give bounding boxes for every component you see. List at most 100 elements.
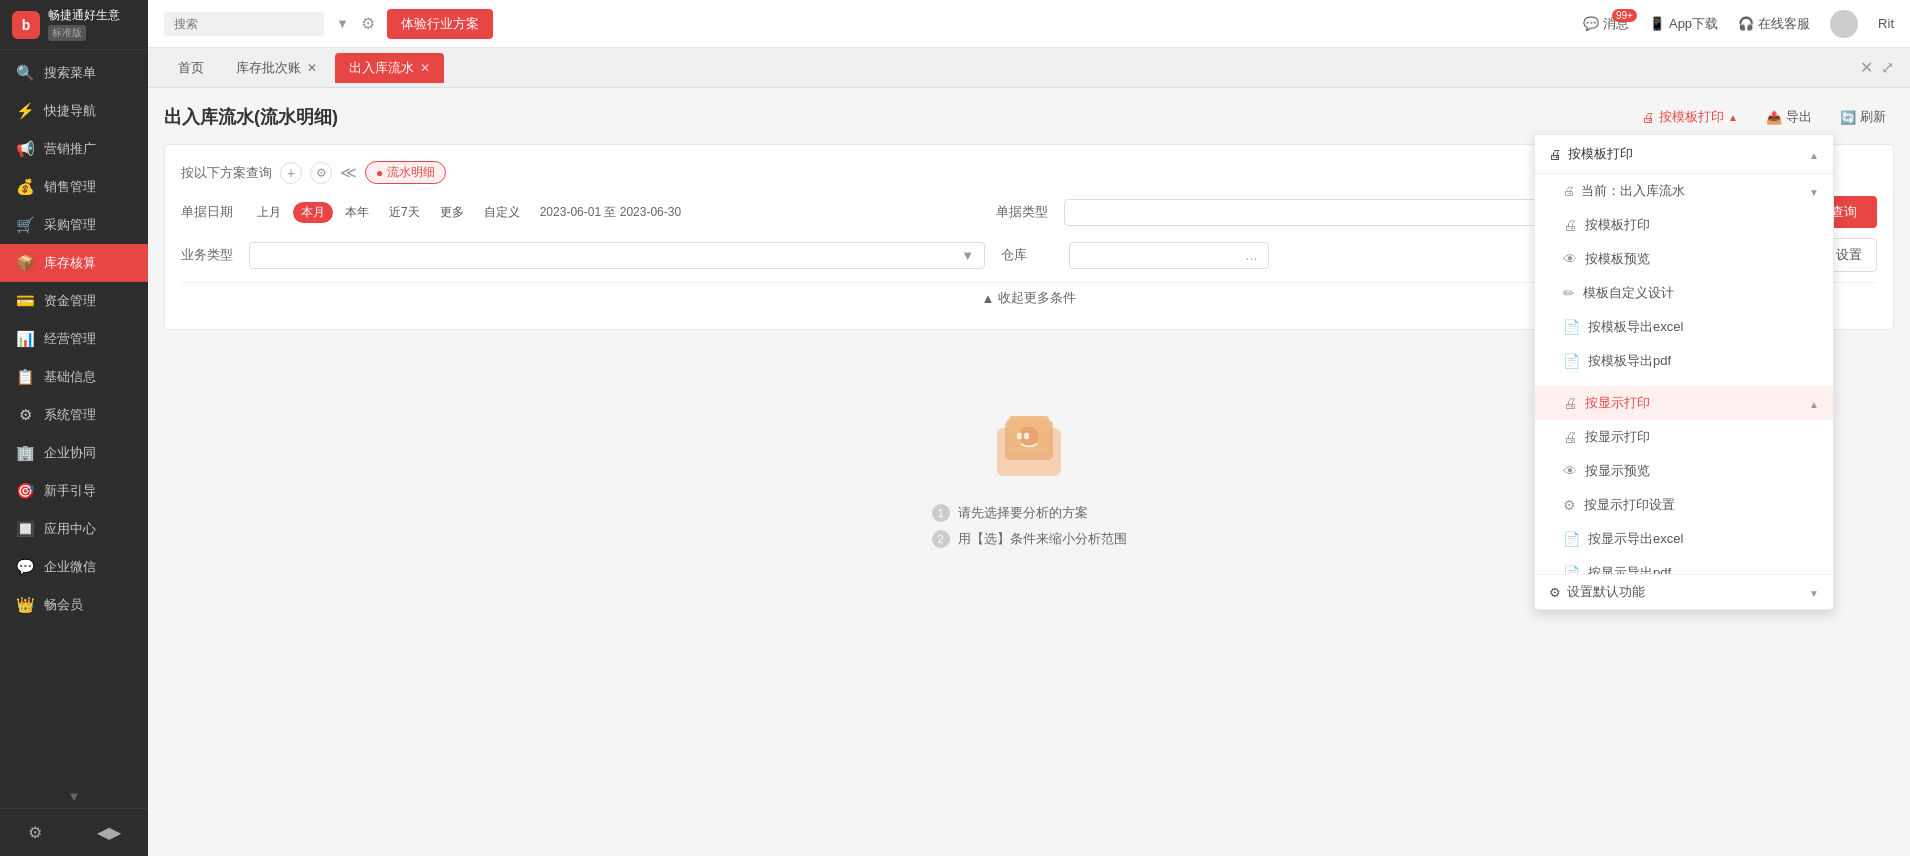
- tab-batch[interactable]: 库存批次账 ✕: [222, 53, 331, 83]
- dropdown-footer[interactable]: ⚙ 设置默认功能: [1535, 574, 1833, 609]
- dropdown-collapse-icon[interactable]: [1809, 147, 1819, 162]
- date-tab-custom[interactable]: 自定义: [476, 202, 528, 223]
- sidebar-item-inventory[interactable]: 📦库存核算: [0, 244, 148, 282]
- display-settings-icon: ⚙: [1563, 497, 1576, 513]
- svg-rect-5: [1024, 433, 1029, 439]
- dropdown-header: 🖨 按模板打印: [1535, 135, 1833, 174]
- search-input[interactable]: [164, 12, 324, 36]
- sidebar-item-wechat[interactable]: 💬企业微信: [0, 548, 148, 586]
- template-pdf-icon: 📄: [1563, 353, 1580, 369]
- sidebar-item-finance[interactable]: 💳资金管理: [0, 282, 148, 320]
- sidebar-item-operations[interactable]: 📊 经营管理: [0, 320, 148, 358]
- tab-flow[interactable]: 出入库流水 ✕: [335, 53, 444, 83]
- topbar: ▼ ⚙ 体验行业方案 💬 消息 99+ 📱 App下载 🎧 在线客服 Rit: [148, 0, 1910, 48]
- sidebar-item-marketing[interactable]: 📢营销推广: [0, 130, 148, 168]
- sidebar: b 畅捷通好生意 标准版 🔍搜索菜单⚡快捷导航📢营销推广💰销售管理🛒采购管理📦库…: [0, 0, 148, 856]
- empty-steps: 1 请先选择要分析的方案 2 用【选】条件来缩小分析范围: [932, 504, 1127, 556]
- footer-chevron: [1809, 585, 1819, 600]
- sidebar-item-apps[interactable]: 🔲应用中心: [0, 510, 148, 548]
- sidebar-icon-system: ⚙: [16, 406, 34, 424]
- dropdown-item-display-excel[interactable]: 📄 按显示导出excel: [1535, 522, 1833, 556]
- warehouse-more[interactable]: …: [1245, 248, 1258, 263]
- filter-tag-label: 流水明细: [387, 164, 435, 181]
- dropdown-item-template-excel[interactable]: 📄 按模板导出excel: [1535, 310, 1833, 344]
- settings-icon[interactable]: ⚙: [22, 817, 48, 848]
- online-service-btn[interactable]: 🎧 在线客服: [1738, 15, 1810, 33]
- dropdown-item-display-section[interactable]: 🖨 按显示打印: [1535, 386, 1833, 420]
- sidebar-item-system[interactable]: ⚙ 系统管理: [0, 396, 148, 434]
- dropdown-item-display-settings[interactable]: ⚙ 按显示打印设置: [1535, 488, 1833, 522]
- flow-tab-close[interactable]: ✕: [420, 61, 430, 75]
- biztype-select[interactable]: ▼: [249, 242, 985, 269]
- filter-settings-btn[interactable]: ⚙: [310, 162, 332, 184]
- settings-gear-icon[interactable]: ⚙: [361, 14, 375, 33]
- export-btn[interactable]: 📤 导出: [1758, 104, 1820, 130]
- date-tab-current-year[interactable]: 本年: [337, 202, 377, 223]
- template-print-btn[interactable]: 🖨 按模板打印 ▲: [1634, 104, 1746, 130]
- sidebar-item-purchase[interactable]: 🛒采购管理: [0, 206, 148, 244]
- sidebar-item-quicknav[interactable]: ⚡快捷导航: [0, 92, 148, 130]
- dropdown-item-display-print[interactable]: 🖨 按显示打印: [1535, 420, 1833, 454]
- current-chevron: [1809, 184, 1819, 199]
- date-tab-current-month[interactable]: 本月: [293, 202, 333, 223]
- filter-add-btn[interactable]: +: [280, 162, 302, 184]
- sidebar-item-collab[interactable]: 🏢企业协同: [0, 434, 148, 472]
- window-close-btn[interactable]: ✕: [1860, 58, 1873, 77]
- date-field-label: 单据日期: [181, 203, 241, 221]
- date-tab-more[interactable]: 更多: [432, 202, 472, 223]
- collapse-icon[interactable]: ◀▶: [91, 817, 127, 848]
- biztype-label: 业务类型: [181, 246, 241, 264]
- sidebar-scroll-down[interactable]: ▼: [0, 785, 148, 808]
- sidebar-icon-inventory: 📦: [16, 254, 34, 272]
- tab-home[interactable]: 首页: [164, 53, 218, 83]
- sidebar-label-operations: 经营管理: [44, 330, 132, 348]
- app-download-label: App下载: [1669, 15, 1718, 33]
- sidebar-item-member[interactable]: 👑畅会员: [0, 586, 148, 624]
- industry-btn[interactable]: 体验行业方案: [387, 9, 493, 39]
- filter-collapse-btn[interactable]: ≪: [340, 163, 357, 182]
- date-tab-last7[interactable]: 近7天: [381, 202, 428, 223]
- dropdown-item-template-preview[interactable]: 👁 按模板预览: [1535, 242, 1833, 276]
- sidebar-item-search[interactable]: 🔍搜索菜单: [0, 54, 148, 92]
- dropdown-item-template-print[interactable]: 🖨 按模板打印: [1535, 208, 1833, 242]
- dropdown-current[interactable]: 🖨 当前：出入库流水: [1535, 174, 1833, 208]
- online-service-label: 在线客服: [1758, 15, 1810, 33]
- template-custom-icon: ✏: [1563, 285, 1575, 301]
- filter-tag[interactable]: ● 流水明细: [365, 161, 446, 184]
- sidebar-item-basic[interactable]: 📋 基础信息: [0, 358, 148, 396]
- dropdown-header-label: 按模板打印: [1568, 145, 1633, 163]
- warehouse-select[interactable]: …: [1069, 242, 1269, 269]
- filter-biztype-group: 业务类型 ▼: [181, 242, 985, 269]
- window-maximize-btn[interactable]: ⤢: [1881, 58, 1894, 77]
- app-download-btn[interactable]: 📱 App下载: [1649, 15, 1718, 33]
- user-avatar[interactable]: [1830, 10, 1858, 38]
- sidebar-label-apps: 应用中心: [44, 520, 132, 538]
- dropdown-item-display-pdf[interactable]: 📄 按显示导出pdf: [1535, 556, 1833, 574]
- current-printer-icon: 🖨: [1563, 184, 1575, 198]
- sidebar-label-guide: 新手引导: [44, 482, 132, 500]
- sidebar-label-basic: 基础信息: [44, 368, 132, 386]
- search-chevron-icon[interactable]: ▼: [336, 16, 349, 31]
- template-print-item-icon: 🖨: [1563, 217, 1577, 233]
- sidebar-icon-operations: 📊: [16, 330, 34, 348]
- refresh-btn[interactable]: 🔄 刷新: [1832, 104, 1894, 130]
- display-print-icon: 🖨: [1563, 429, 1577, 445]
- sidebar-label-search: 搜索菜单: [44, 64, 132, 82]
- dropdown-item-template-custom[interactable]: ✏ 模板自定义设计: [1535, 276, 1833, 310]
- dropdown-item-template-pdf[interactable]: 📄 按模板导出pdf: [1535, 344, 1833, 378]
- sidebar-icon-basic: 📋: [16, 368, 34, 386]
- page-header: 出入库流水(流水明细) 🖨 按模板打印 ▲ 📤 导出 🔄 刷新: [164, 104, 1894, 130]
- topbar-right: 💬 消息 99+ 📱 App下载 🎧 在线客服 Rit: [1583, 10, 1894, 38]
- message-btn[interactable]: 💬 消息 99+: [1583, 15, 1629, 33]
- sidebar-item-guide[interactable]: 🎯新手引导: [0, 472, 148, 510]
- biztype-chevron: ▼: [961, 248, 974, 263]
- dropdown-item-display-preview[interactable]: 👁 按显示预览: [1535, 454, 1833, 488]
- batch-tab-close[interactable]: ✕: [307, 61, 317, 75]
- sidebar-label-system: 系统管理: [44, 406, 132, 424]
- refresh-icon: 🔄: [1840, 110, 1856, 125]
- logo-name: 畅捷通好生意: [48, 8, 120, 24]
- date-tab-last-month[interactable]: 上月: [249, 202, 289, 223]
- filter-label: 按以下方案查询: [181, 164, 272, 182]
- sidebar-icon-purchase: 🛒: [16, 216, 34, 234]
- sidebar-item-sales[interactable]: 💰销售管理: [0, 168, 148, 206]
